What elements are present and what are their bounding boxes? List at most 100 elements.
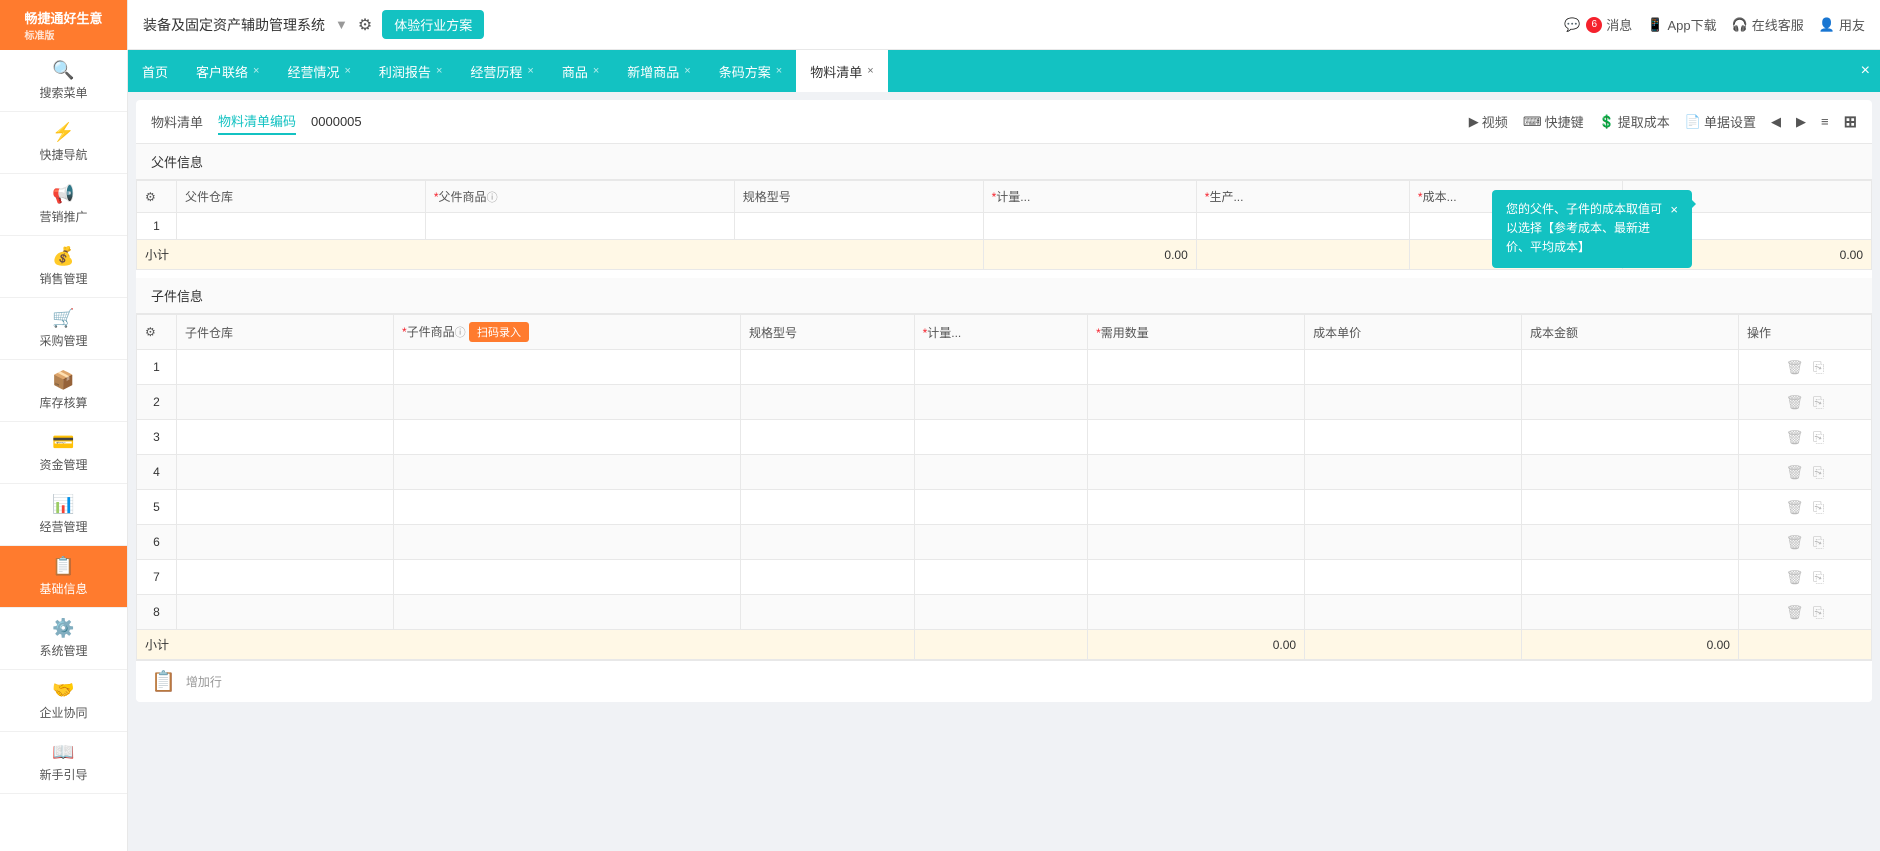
child-unit-cell-1[interactable] (914, 350, 1088, 385)
experience-button[interactable]: 体验行业方案 (382, 10, 484, 39)
child-warehouse-cell-2[interactable] (177, 385, 394, 420)
child-spec-cell-6[interactable] (741, 525, 915, 560)
nav-tabs-close-all[interactable]: × (1851, 62, 1880, 80)
subnav-bom-code[interactable]: 物料清单编码 (218, 108, 296, 135)
child-warehouse-cell-5[interactable] (177, 490, 394, 525)
child-unit-cell-6[interactable] (914, 525, 1088, 560)
nav-tab-close-history[interactable]: × (527, 65, 533, 77)
child-product-cell-1[interactable] (393, 350, 740, 385)
child-unit-cost-cell-4[interactable] (1305, 455, 1522, 490)
nav-tab-close-bom[interactable]: × (867, 65, 873, 77)
child-spec-cell-4[interactable] (741, 455, 915, 490)
child-qty-cell-4[interactable] (1088, 455, 1305, 490)
copy-icon-8[interactable]: ⎘ (1813, 604, 1824, 620)
parent-product-cell[interactable] (425, 213, 734, 240)
grid-view-btn[interactable]: ≡ (1821, 114, 1829, 129)
child-spec-cell-3[interactable] (741, 420, 915, 455)
copy-icon-1[interactable]: ⎘ (1813, 359, 1824, 375)
sidebar-item-search[interactable]: 🔍搜索菜单 (0, 50, 127, 112)
copy-icon-7[interactable]: ⎘ (1813, 569, 1824, 585)
nav-tab-newgoods[interactable]: 新增商品× (613, 50, 704, 92)
child-product-cell-8[interactable] (393, 595, 740, 630)
child-product-cell-4[interactable] (393, 455, 740, 490)
user-avatar[interactable]: 👤 用友 (1819, 15, 1865, 34)
prev-btn[interactable]: ◀ (1771, 114, 1781, 130)
sidebar-item-system[interactable]: ⚙️系统管理 (0, 608, 127, 670)
child-qty-cell-3[interactable] (1088, 420, 1305, 455)
parent-spec-cell[interactable] (734, 213, 983, 240)
subnav-bom-list[interactable]: 物料清单 (151, 109, 203, 134)
sidebar-item-inventory[interactable]: 📦库存核算 (0, 360, 127, 422)
child-warehouse-cell-7[interactable] (177, 560, 394, 595)
child-qty-cell-6[interactable] (1088, 525, 1305, 560)
child-spec-cell-7[interactable] (741, 560, 915, 595)
child-product-cell-5[interactable] (393, 490, 740, 525)
parent-production-cell[interactable] (1196, 213, 1409, 240)
sidebar-item-finance[interactable]: 💳资金管理 (0, 422, 127, 484)
child-warehouse-cell-8[interactable] (177, 595, 394, 630)
delete-icon-2[interactable]: 🗑 (1786, 394, 1804, 410)
nav-tab-close-newgoods[interactable]: × (684, 65, 690, 77)
nav-tab-operations[interactable]: 经营情况× (273, 50, 364, 92)
online-service-button[interactable]: 🎧 在线客服 (1732, 15, 1804, 34)
nav-tab-close-goods[interactable]: × (593, 65, 599, 77)
child-unit-cell-5[interactable] (914, 490, 1088, 525)
child-unit-cost-cell-7[interactable] (1305, 560, 1522, 595)
child-unit-cost-cell-3[interactable] (1305, 420, 1522, 455)
child-col-settings[interactable]: ⚙ (137, 315, 177, 350)
nav-tab-close-profit[interactable]: × (436, 65, 442, 77)
sidebar-item-operations[interactable]: 📊经营管理 (0, 484, 127, 546)
sidebar-item-enterprise[interactable]: 🤝企业协同 (0, 670, 127, 732)
child-unit-cost-cell-6[interactable] (1305, 525, 1522, 560)
child-spec-cell-2[interactable] (741, 385, 915, 420)
child-unit-cost-cell-8[interactable] (1305, 595, 1522, 630)
copy-icon-6[interactable]: ⎘ (1813, 534, 1824, 550)
child-qty-cell-1[interactable] (1088, 350, 1305, 385)
sidebar-item-sales[interactable]: 💰销售管理 (0, 236, 127, 298)
delete-icon-1[interactable]: 🗑 (1786, 359, 1804, 375)
child-spec-cell-1[interactable] (741, 350, 915, 385)
copy-icon-4[interactable]: ⎘ (1813, 464, 1824, 480)
child-product-cell-7[interactable] (393, 560, 740, 595)
sidebar-item-purchase[interactable]: 🛒采购管理 (0, 298, 127, 360)
sidebar-item-marketing[interactable]: 📢营销推广 (0, 174, 127, 236)
delete-icon-3[interactable]: 🗑 (1786, 429, 1804, 445)
parent-warehouse-cell[interactable] (177, 213, 426, 240)
nav-tab-barcode[interactable]: 条码方案× (705, 50, 796, 92)
child-unit-cost-cell-2[interactable] (1305, 385, 1522, 420)
shortcut-btn[interactable]: ⌨ 快捷键 (1523, 112, 1584, 131)
delete-icon-5[interactable]: 🗑 (1786, 499, 1804, 515)
child-unit-cell-4[interactable] (914, 455, 1088, 490)
video-btn[interactable]: ▶ 视频 (1469, 112, 1508, 131)
child-spec-cell-8[interactable] (741, 595, 915, 630)
child-unit-cell-3[interactable] (914, 420, 1088, 455)
nav-tab-close-barcode[interactable]: × (776, 65, 782, 77)
dropdown-arrow[interactable]: ▼ (335, 17, 348, 32)
gear-settings-icon[interactable]: ⚙ (358, 15, 372, 35)
child-qty-cell-8[interactable] (1088, 595, 1305, 630)
sidebar-item-newbie[interactable]: 📖新手引导 (0, 732, 127, 794)
delete-icon-8[interactable]: 🗑 (1786, 604, 1804, 620)
nav-tab-goods[interactable]: 商品× (548, 50, 613, 92)
nav-tab-history[interactable]: 经营历程× (456, 50, 547, 92)
child-qty-cell-2[interactable] (1088, 385, 1305, 420)
delete-icon-6[interactable]: 🗑 (1786, 534, 1804, 550)
child-product-cell-2[interactable] (393, 385, 740, 420)
extract-cost-btn[interactable]: 💲 提取成本 (1599, 112, 1670, 131)
scan-input-button[interactable]: 扫码录入 (469, 322, 529, 342)
child-spec-cell-5[interactable] (741, 490, 915, 525)
child-warehouse-cell-6[interactable] (177, 525, 394, 560)
sidebar-item-basic[interactable]: 📋基础信息 (0, 546, 127, 608)
child-product-cell-6[interactable] (393, 525, 740, 560)
nav-tab-bom[interactable]: 物料清单× (796, 50, 887, 92)
app-download-button[interactable]: 📱 App下载 (1647, 15, 1716, 34)
nav-tab-close-operations[interactable]: × (344, 65, 350, 77)
nav-tab-profit[interactable]: 利润报告× (365, 50, 456, 92)
nav-tab-close-customers[interactable]: × (253, 65, 259, 77)
child-qty-cell-5[interactable] (1088, 490, 1305, 525)
child-warehouse-cell-3[interactable] (177, 420, 394, 455)
child-warehouse-cell-4[interactable] (177, 455, 394, 490)
doc-settings-btn[interactable]: 📄 单据设置 (1685, 112, 1756, 131)
message-button[interactable]: 💬 6 消息 (1564, 15, 1632, 34)
child-unit-cell-8[interactable] (914, 595, 1088, 630)
